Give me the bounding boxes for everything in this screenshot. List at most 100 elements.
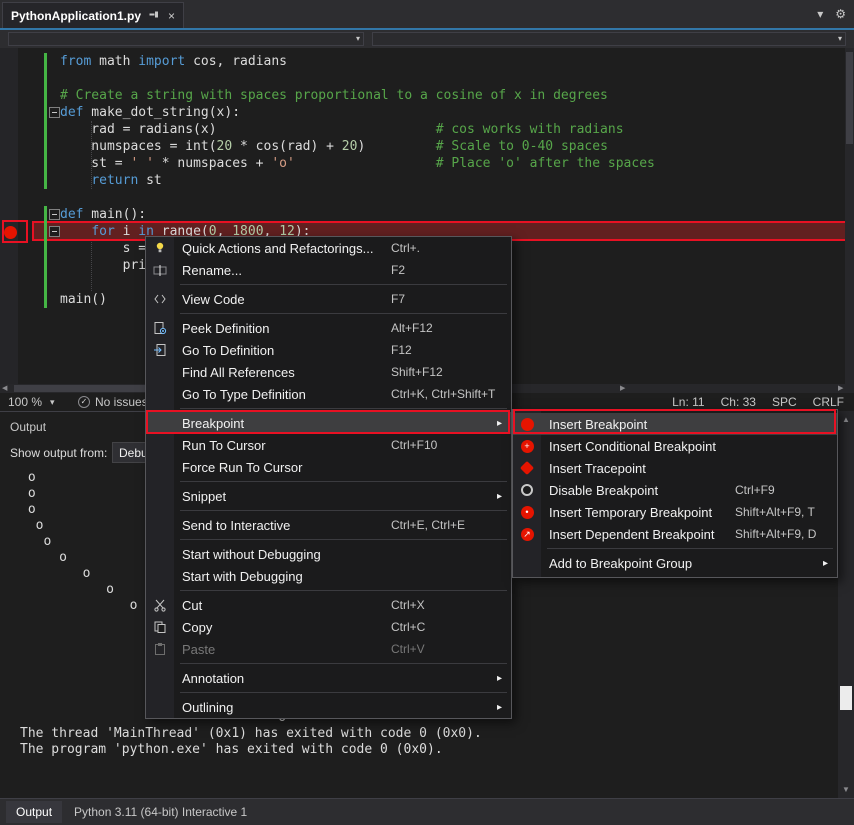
menu-item-start-with-debugging[interactable]: Start with Debugging	[146, 565, 511, 587]
menu-item-insert-breakpoint[interactable]: Insert Breakpoint	[513, 413, 837, 435]
scrollbar-thumb[interactable]	[846, 52, 853, 144]
menu-separator	[176, 507, 511, 514]
change-tracking-bar	[44, 70, 47, 87]
document-tab[interactable]: PythonApplication1.py ×	[2, 2, 184, 28]
menu-item-peek-definition[interactable]: Peek DefinitionAlt+F12	[146, 317, 511, 339]
lightbulb-icon	[146, 241, 174, 255]
menu-item-insert-conditional-breakpoint[interactable]: +Insert Conditional Breakpoint	[513, 435, 837, 457]
chevron-down-icon: ▾	[838, 34, 842, 43]
eol-indicator: CRLF	[813, 395, 844, 409]
menu-item-label: Start without Debugging	[182, 547, 321, 562]
output-panel-title: Output	[10, 420, 46, 434]
menu-item-shortcut: Ctrl+C	[391, 620, 425, 634]
breakpoint-glyph[interactable]	[4, 226, 17, 239]
menu-item-label: Start with Debugging	[182, 569, 303, 584]
scroll-left-icon[interactable]: ◀	[2, 385, 7, 393]
menu-item-label: Copy	[182, 620, 212, 635]
settings-gear-icon[interactable]: ⚙	[835, 7, 846, 21]
scroll-up-icon[interactable]: ▲	[838, 415, 854, 424]
menu-separator	[176, 310, 511, 317]
pin-icon[interactable]	[149, 9, 160, 22]
menu-item-disable-breakpoint[interactable]: Disable BreakpointCtrl+F9	[513, 479, 837, 501]
menu-item-shortcut: Ctrl+.	[391, 241, 420, 255]
menu-item-outlining[interactable]: Outlining▸	[146, 696, 511, 718]
menu-item-shortcut: Ctrl+E, Ctrl+E	[391, 518, 465, 532]
menu-separator	[176, 281, 511, 288]
menu-item-run-to-cursor[interactable]: Run To Cursor Ctrl+F10	[146, 434, 511, 456]
tab-python-interactive[interactable]: Python 3.11 (64-bit) Interactive 1	[64, 801, 257, 823]
scrollbar-thumb[interactable]	[840, 686, 852, 710]
menu-item-cut[interactable]: CutCtrl+X	[146, 594, 511, 616]
menu-item-insert-tracepoint[interactable]: Insert Tracepoint	[513, 457, 837, 479]
code-line[interactable]: from math import cos, radians	[18, 53, 854, 70]
menu-item-breakpoint[interactable]: Breakpoint ▸	[146, 412, 511, 434]
menu-item-shortcut: Shift+F12	[391, 365, 443, 379]
code-line[interactable]	[18, 189, 854, 206]
code-line[interactable]: rad = radians(x) # cos works with radian…	[18, 121, 854, 138]
tab-output[interactable]: Output	[6, 801, 62, 823]
menu-item-label: Go To Type Definition	[182, 387, 306, 402]
menu-item-force-run-to-cursor[interactable]: Force Run To Cursor	[146, 456, 511, 478]
change-tracking-bar	[44, 206, 47, 223]
member-dropdown[interactable]: ▾	[372, 32, 846, 46]
change-tracking-bar	[44, 104, 47, 121]
submenu-arrow-icon: ▸	[497, 418, 502, 429]
scroll-right-icon[interactable]: ▶	[620, 385, 625, 393]
code-line[interactable]: st = ' ' * numspaces + 'o' # Place 'o' a…	[18, 155, 854, 172]
code-line[interactable]: # Create a string with spaces proportion…	[18, 87, 854, 104]
menu-item-label: Breakpoint	[182, 416, 244, 431]
menu-item-insert-dependent-breakpoint[interactable]: ↗Insert Dependent BreakpointShift+Alt+F9…	[513, 523, 837, 545]
menu-item-label: Rename...	[182, 263, 242, 278]
change-tracking-bar	[44, 240, 47, 257]
menu-item-quick-actions-and-refactorings[interactable]: Quick Actions and Refactorings...Ctrl+.	[146, 237, 511, 259]
menu-item-send-to-interactive[interactable]: Send to InteractiveCtrl+E, Ctrl+E	[146, 514, 511, 536]
scroll-right-icon[interactable]: ▶	[838, 385, 843, 393]
menu-item-label: Paste	[182, 642, 215, 657]
document-tab-bar: PythonApplication1.py × ▾ ⚙	[0, 0, 854, 30]
breakpoint-margin[interactable]	[0, 48, 18, 384]
code-line[interactable]: numspaces = int(20 * cos(rad) + 20) # Sc…	[18, 138, 854, 155]
menu-item-view-code[interactable]: View CodeF7	[146, 288, 511, 310]
fold-collapse-icon[interactable]	[49, 226, 60, 237]
zoom-control[interactable]: 100 % ▾	[8, 395, 55, 409]
output-vertical-scrollbar[interactable]: ▲ ▼	[838, 411, 854, 798]
menu-item-copy[interactable]: Copy Ctrl+C	[146, 616, 511, 638]
menu-separator	[543, 545, 837, 552]
code-line[interactable]: def make_dot_string(x):	[18, 104, 854, 121]
fold-collapse-icon[interactable]	[49, 209, 60, 220]
scroll-down-icon[interactable]: ▼	[838, 785, 854, 794]
panel-tab-bar: Output Python 3.11 (64-bit) Interactive …	[0, 798, 854, 825]
project-dropdown[interactable]: ▾	[8, 32, 364, 46]
editor-vertical-scrollbar[interactable]	[845, 48, 854, 384]
menu-item-go-to-definition[interactable]: Go To DefinitionF12	[146, 339, 511, 361]
menu-item-shortcut: Ctrl+F10	[391, 438, 437, 452]
menu-item-shortcut: Ctrl+V	[391, 642, 425, 656]
menu-item-go-to-type-definition[interactable]: Go To Type DefinitionCtrl+K, Ctrl+Shift+…	[146, 383, 511, 405]
close-tab-icon[interactable]: ×	[168, 10, 175, 22]
tab-list-chevron-down-icon[interactable]: ▾	[817, 7, 823, 21]
menu-item-annotation[interactable]: Annotation▸	[146, 667, 511, 689]
code-line-text: main()	[60, 291, 107, 308]
menu-separator	[176, 587, 511, 594]
code-line[interactable]	[18, 70, 854, 87]
chevron-down-icon: ▾	[50, 397, 55, 408]
menu-item-start-without-debugging[interactable]: Start without Debugging	[146, 543, 511, 565]
change-tracking-bar	[44, 172, 47, 189]
menu-item-paste[interactable]: Paste Ctrl+V	[146, 638, 511, 660]
menu-item-label: Run To Cursor	[182, 438, 266, 453]
menu-item-label: Insert Dependent Breakpoint	[549, 527, 715, 542]
menu-item-shortcut: Shift+Alt+F9, D	[735, 527, 816, 541]
menu-item-label: Snippet	[182, 489, 226, 504]
goto-def-icon	[146, 343, 174, 357]
menu-item-label: Outlining	[182, 700, 233, 715]
menu-item-add-to-breakpoint-group[interactable]: Add to Breakpoint Group▸	[513, 552, 837, 574]
menu-item-insert-temporary-breakpoint[interactable]: •Insert Temporary BreakpointShift+Alt+F9…	[513, 501, 837, 523]
health-check-icon: ✓	[78, 396, 90, 408]
fold-collapse-icon[interactable]	[49, 107, 60, 118]
change-tracking-bar	[44, 155, 47, 172]
menu-item-snippet[interactable]: Snippet▸	[146, 485, 511, 507]
menu-item-rename[interactable]: Rename...F2	[146, 259, 511, 281]
menu-item-find-all-references[interactable]: Find All ReferencesShift+F12	[146, 361, 511, 383]
menu-item-label: Annotation	[182, 671, 244, 686]
code-line[interactable]: return st	[18, 172, 854, 189]
